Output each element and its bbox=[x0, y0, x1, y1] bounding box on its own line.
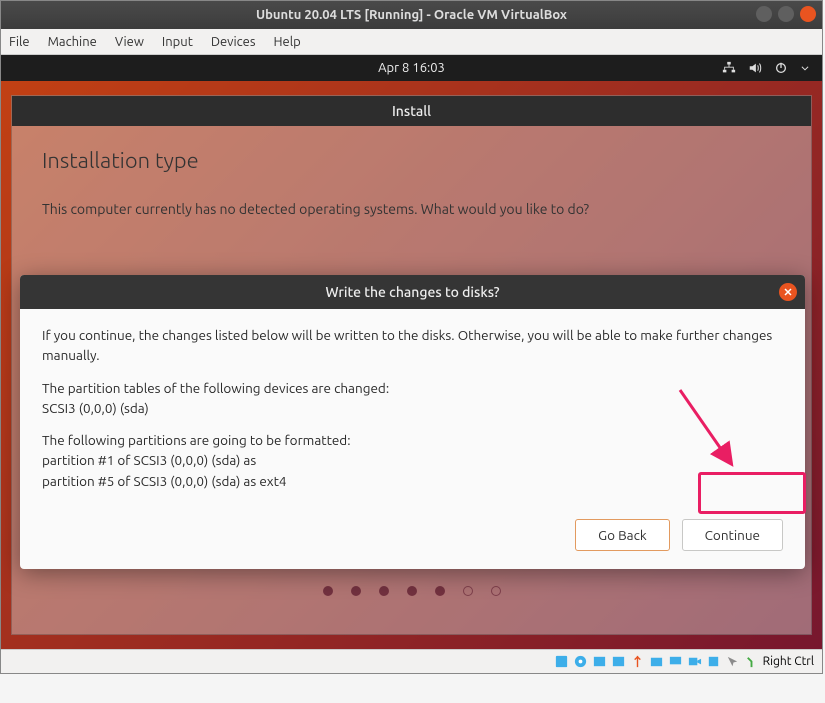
topbar-datetime[interactable]: Apr 8 16:03 bbox=[378, 61, 445, 75]
menu-help[interactable]: Help bbox=[274, 35, 301, 49]
close-icon bbox=[784, 288, 792, 296]
dot-2 bbox=[351, 586, 361, 596]
confirm-dialog: Write the changes to disks? If you conti… bbox=[20, 275, 805, 569]
installer-body-text: This computer currently has no detected … bbox=[42, 201, 781, 217]
sb-audio-icon[interactable] bbox=[592, 654, 607, 669]
sb-display-icon[interactable] bbox=[668, 654, 683, 669]
dialog-close-button[interactable] bbox=[779, 283, 797, 301]
power-icon bbox=[774, 61, 788, 75]
sb-cpu-icon[interactable] bbox=[706, 654, 721, 669]
dot-6 bbox=[463, 586, 473, 596]
dialog-titlebar[interactable]: Write the changes to disks? bbox=[20, 275, 805, 309]
menu-input[interactable]: Input bbox=[162, 35, 193, 49]
menu-machine[interactable]: Machine bbox=[48, 35, 97, 49]
sb-optical-icon[interactable] bbox=[573, 654, 588, 669]
installer-content: Installation type This computer currentl… bbox=[12, 126, 811, 239]
window-title: Ubuntu 20.04 LTS [Running] - Oracle VM V… bbox=[256, 8, 567, 22]
dialog-p1: If you continue, the changes listed belo… bbox=[42, 325, 783, 366]
chevron-down-icon bbox=[800, 61, 810, 75]
continue-button[interactable]: Continue bbox=[682, 519, 783, 551]
dialog-p2: The partition tables of the following de… bbox=[42, 378, 783, 419]
gnome-topbar[interactable]: Apr 8 16:03 bbox=[1, 55, 822, 81]
window-buttons bbox=[756, 6, 816, 22]
dot-5 bbox=[435, 586, 445, 596]
sb-shared-icon[interactable] bbox=[649, 654, 664, 669]
host-key-label: Right Ctrl bbox=[763, 655, 814, 668]
installer-title: Install bbox=[392, 103, 431, 119]
minimize-button[interactable] bbox=[756, 6, 772, 22]
maximize-button[interactable] bbox=[778, 6, 794, 22]
window-titlebar[interactable]: Ubuntu 20.04 LTS [Running] - Oracle VM V… bbox=[1, 1, 822, 29]
dialog-buttons: Go Back Continue bbox=[20, 519, 805, 569]
dialog-body: If you continue, the changes listed belo… bbox=[20, 309, 805, 519]
network-icon bbox=[722, 61, 736, 75]
sb-disk-icon[interactable] bbox=[554, 654, 569, 669]
menu-file[interactable]: File bbox=[9, 35, 30, 49]
menubar: File Machine View Input Devices Help bbox=[1, 29, 822, 55]
menu-view[interactable]: View bbox=[115, 35, 144, 49]
sb-usb-icon[interactable] bbox=[630, 654, 645, 669]
dot-7 bbox=[491, 586, 501, 596]
goback-button[interactable]: Go Back bbox=[575, 519, 670, 551]
dot-4 bbox=[407, 586, 417, 596]
dot-1 bbox=[323, 586, 333, 596]
progress-dots bbox=[323, 586, 501, 596]
dialog-title: Write the changes to disks? bbox=[325, 284, 499, 300]
installer-titlebar[interactable]: Install bbox=[12, 96, 811, 126]
sb-recording-icon[interactable] bbox=[687, 654, 702, 669]
close-button[interactable] bbox=[800, 6, 816, 22]
sb-network-icon[interactable] bbox=[611, 654, 626, 669]
volume-icon bbox=[748, 61, 762, 75]
menu-devices[interactable]: Devices bbox=[211, 35, 256, 49]
dot-3 bbox=[379, 586, 389, 596]
installer-heading: Installation type bbox=[42, 148, 781, 173]
virtualbox-statusbar: Right Ctrl bbox=[1, 649, 822, 673]
sb-keyboard-icon[interactable] bbox=[744, 654, 759, 669]
sb-mouse-icon[interactable] bbox=[725, 654, 740, 669]
dialog-p3: The following partitions are going to be… bbox=[42, 430, 783, 491]
topbar-status-area[interactable] bbox=[722, 61, 810, 75]
